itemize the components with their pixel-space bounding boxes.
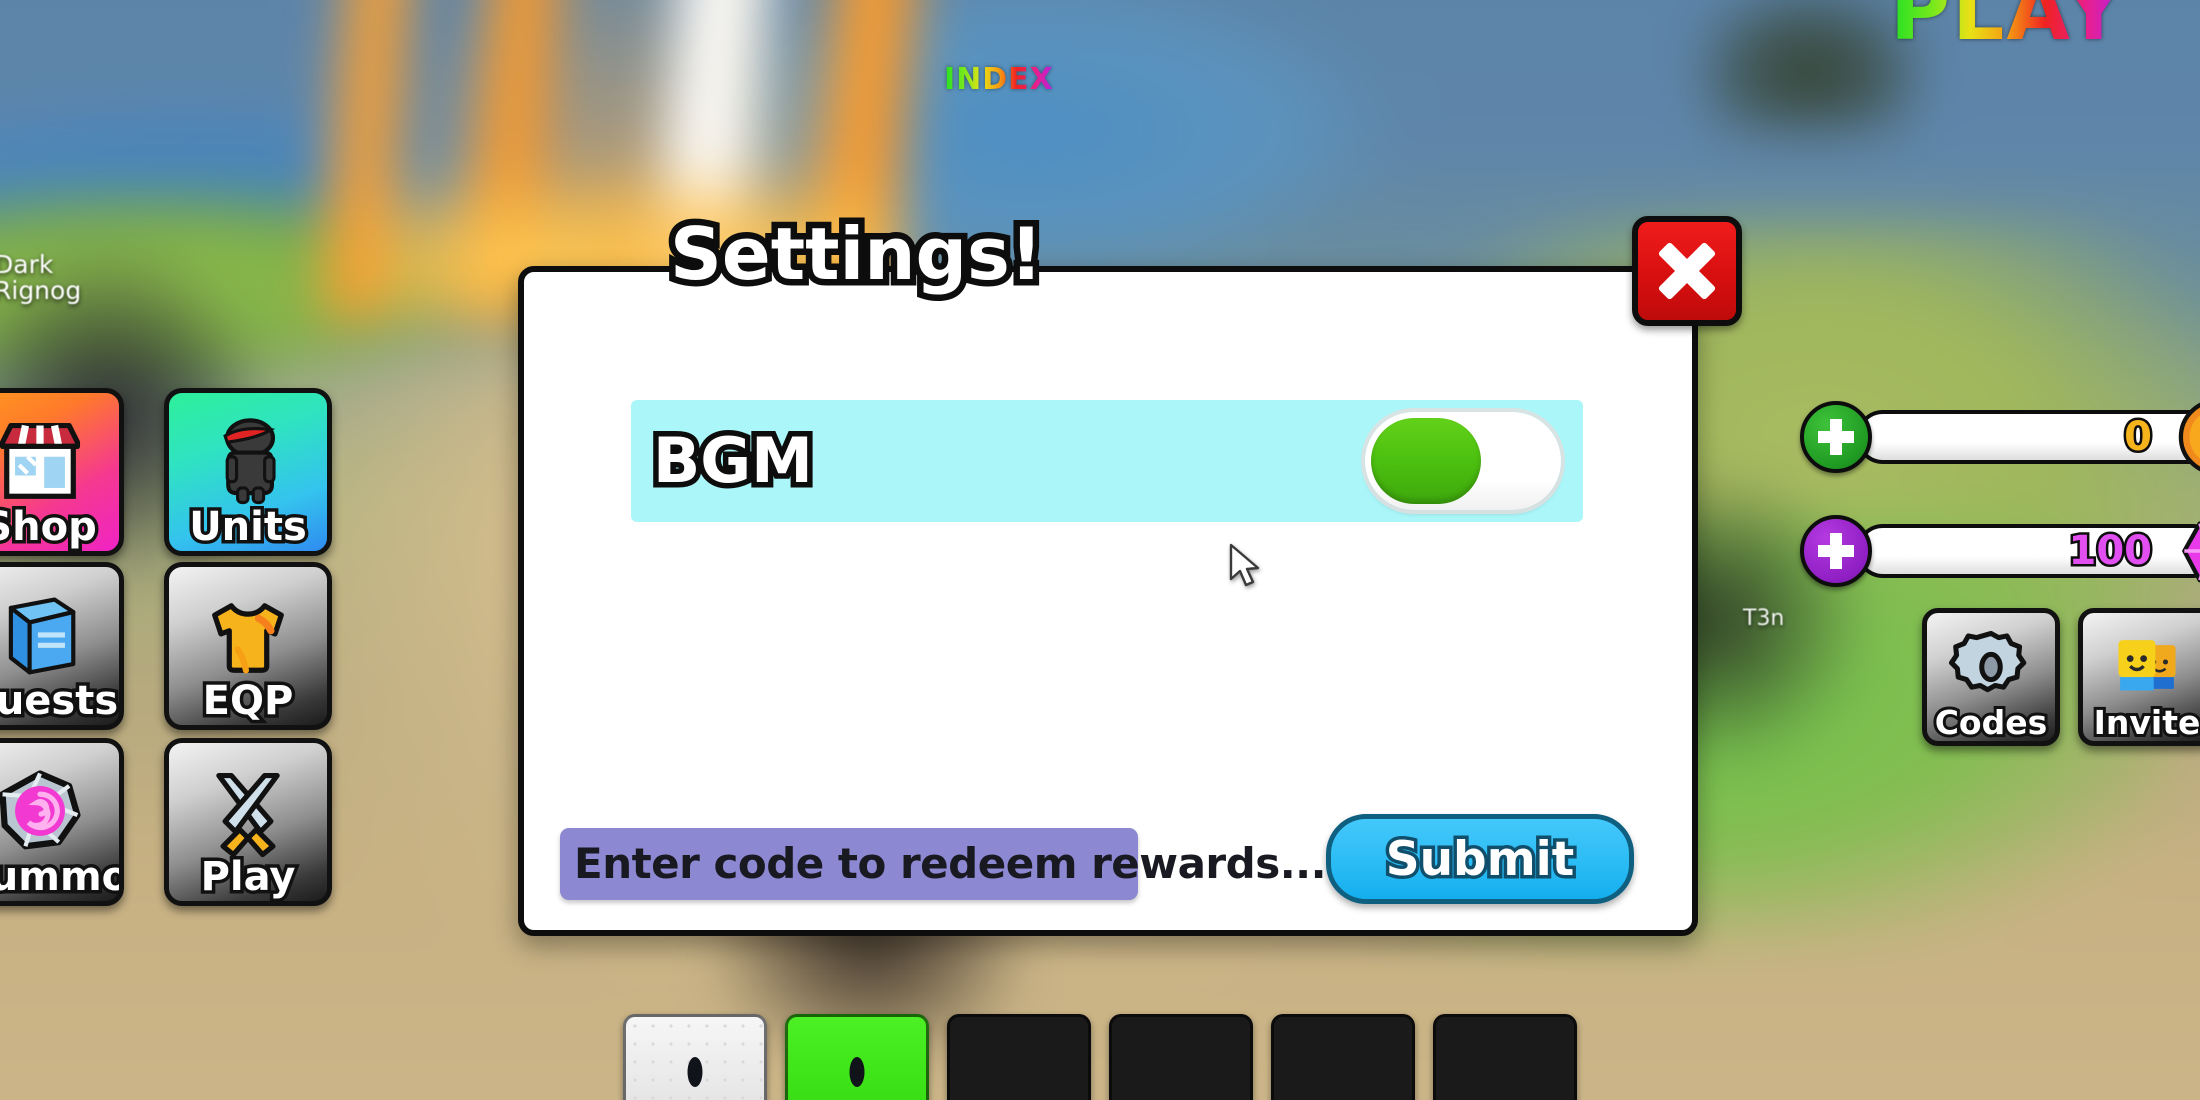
menu-label-eqp: EQP — [199, 678, 297, 725]
menu-button-play[interactable]: Play — [164, 738, 332, 906]
currency-bar-gems[interactable]: 100 — [1800, 515, 2200, 587]
menu-label-units: Units — [186, 504, 311, 551]
hotbar-slot[interactable] — [947, 1014, 1091, 1100]
setting-row-bgm: BGM — [631, 400, 1583, 522]
submit-button[interactable]: Submit — [1326, 814, 1634, 904]
menu-label-invite: Invite — [2091, 703, 2200, 742]
menu-label-shop: Shop — [0, 504, 119, 551]
slot-pip-icon — [687, 1057, 703, 1088]
gem-value: 100 — [2066, 528, 2154, 574]
gold-value: 0 — [2122, 414, 2155, 460]
play-banner-text: PLAY — [1890, 0, 2125, 59]
mouse-cursor — [1229, 543, 1260, 587]
gem-add-button[interactable] — [1800, 515, 1872, 587]
hotbar-slot[interactable] — [785, 1014, 929, 1100]
menu-button-shop[interactable]: Shop — [0, 388, 124, 556]
crossed-swords-icon — [216, 772, 280, 857]
pink-swirl-gem-icon — [0, 769, 81, 849]
slot-pip-icon — [849, 1057, 865, 1088]
settings-dialog: BGM Enter code to redeem rewards... Subm… — [518, 266, 1698, 936]
hotbar-slot[interactable] — [1109, 1014, 1253, 1100]
hotbar-slot[interactable] — [623, 1014, 767, 1100]
menu-button-quests[interactable]: Quests — [0, 562, 124, 730]
gold-add-button[interactable] — [1800, 401, 1872, 473]
armor-shirt-icon — [212, 602, 284, 673]
settings-dialog-title: Settings! — [664, 212, 1050, 297]
menu-label-quests: Quests — [0, 678, 119, 725]
ninja-unit-icon — [223, 417, 276, 504]
menu-label-summon: Summon — [0, 854, 119, 901]
code-input-placeholder: Enter code to redeem rewards... — [574, 839, 1327, 888]
gold-track: 0 — [1856, 402, 2200, 472]
two-avatars-icon — [2118, 639, 2176, 691]
currency-bar-gold[interactable]: 0 — [1800, 401, 2200, 473]
menu-label-codes: Codes — [1932, 703, 2051, 742]
menu-button-units[interactable]: Units — [164, 388, 332, 556]
hotbar — [0, 1014, 2200, 1100]
menu-button-invite[interactable]: Invite — [2078, 608, 2200, 746]
plus-icon — [1818, 533, 1854, 569]
plus-icon — [1818, 419, 1854, 455]
hotbar-slot[interactable] — [1271, 1014, 1415, 1100]
gold-coin-icon — [2178, 402, 2200, 472]
blue-book-icon — [8, 596, 76, 674]
submit-button-label: Submit — [1382, 831, 1577, 887]
gem-track: 100 — [1856, 521, 2200, 583]
setting-label-bgm: BGM — [648, 424, 819, 497]
storefront-icon — [0, 422, 81, 499]
toggle-knob — [1371, 418, 1481, 504]
code-redeem-input[interactable]: Enter code to redeem rewards... — [560, 828, 1327, 900]
menu-button-codes[interactable]: Codes — [1922, 608, 2060, 746]
menu-label-play: Play — [197, 854, 299, 901]
close-button[interactable] — [1632, 216, 1742, 326]
hotbar-slot[interactable] — [1433, 1014, 1577, 1100]
menu-button-eqp[interactable]: EQP — [164, 562, 332, 730]
game-screen: Dark Rignog T3n PLAY INDEX Shop Units — [0, 0, 2200, 1100]
background-tree — [1700, 0, 1920, 130]
bgm-toggle-switch[interactable] — [1365, 412, 1561, 510]
pink-gem-icon — [2182, 521, 2200, 583]
index-label-text: INDEX — [944, 62, 1054, 97]
menu-button-summon[interactable]: Summon — [0, 738, 124, 906]
gear-icon — [1949, 630, 2027, 692]
